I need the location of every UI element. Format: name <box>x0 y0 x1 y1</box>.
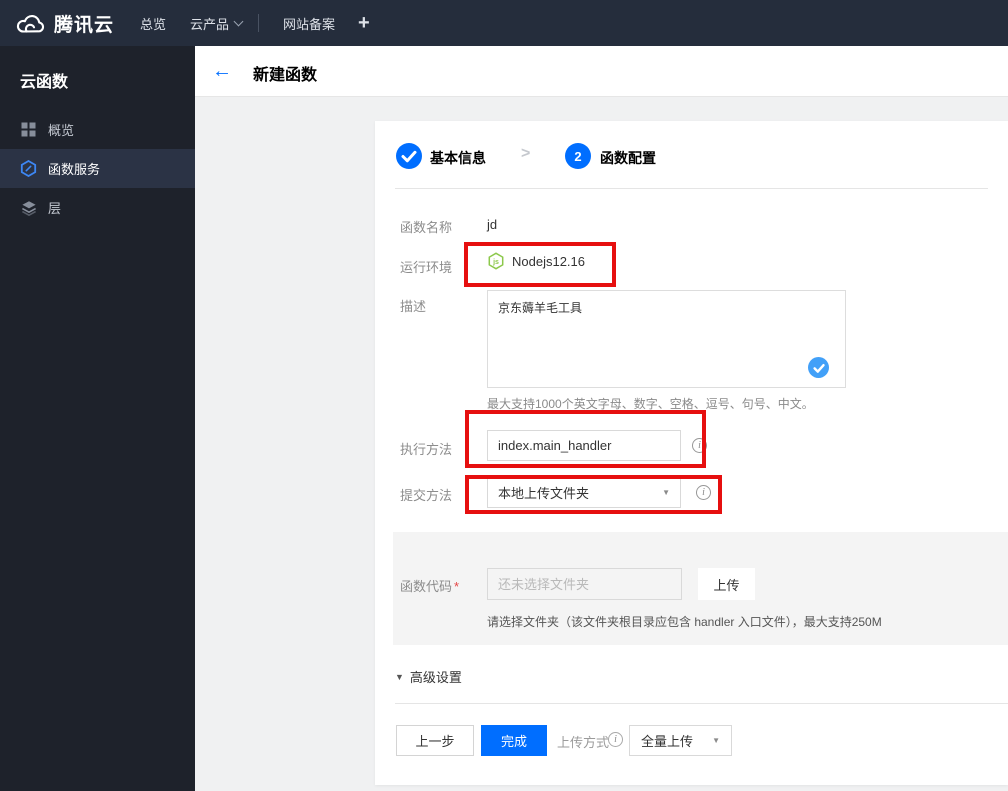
upload-mode-label: 上传方式 <box>557 735 610 750</box>
previous-step-button[interactable]: 上一步 <box>396 725 474 756</box>
add-tab-button[interactable]: + <box>358 0 370 46</box>
function-code-section: 函数代码* 上传 请选择文件夹（该文件夹根目录应包含 handler 入口文件）… <box>393 532 1008 645</box>
sidebar-item-label: 概览 <box>48 123 75 138</box>
check-icon <box>812 363 825 373</box>
cloud-logo-icon <box>16 14 45 33</box>
function-hexagon-icon <box>20 160 37 177</box>
chevron-down-icon <box>233 16 244 26</box>
function-name-label: 函数名称 <box>400 220 453 235</box>
description-label: 描述 <box>400 299 427 314</box>
nodejs-icon: js <box>488 252 504 270</box>
back-arrow-icon[interactable]: ← <box>212 58 232 84</box>
sidebar: 云函数 概览 函数服务 层 <box>0 46 195 791</box>
function-name-value: jd <box>487 217 498 232</box>
sidebar-item-layers[interactable]: 层 <box>0 188 195 227</box>
submit-method-label: 提交方法 <box>400 488 453 503</box>
step1-done-circle <box>396 143 422 169</box>
required-asterisk: * <box>454 579 460 594</box>
svg-text:js: js <box>492 259 499 266</box>
info-icon[interactable]: i <box>608 732 623 747</box>
page-header: ← 新建函数 <box>195 46 1008 97</box>
brand-name: 腾讯云 <box>54 14 115 36</box>
info-icon[interactable]: i <box>692 438 707 453</box>
sidebar-item-label: 层 <box>48 201 62 216</box>
nav-item-overview[interactable]: 总览 <box>140 0 166 46</box>
footer-divider <box>395 703 1008 704</box>
advanced-settings-toggle[interactable]: ▼ 高级设置 <box>395 667 462 686</box>
sidebar-item-function-service[interactable]: 函数服务 <box>0 149 195 188</box>
navbar-divider <box>258 14 259 32</box>
layers-icon <box>20 199 37 216</box>
grid-icon <box>20 121 37 138</box>
validation-check-badge <box>808 357 829 378</box>
info-icon[interactable]: i <box>696 485 711 500</box>
upload-mode-select[interactable]: 全量上传 ▼ <box>629 725 732 756</box>
step1-label: 基本信息 <box>430 150 486 166</box>
handler-input[interactable] <box>487 430 681 461</box>
sidebar-title: 云函数 <box>20 74 69 91</box>
caret-down-icon: ▼ <box>395 671 404 682</box>
submit-method-select[interactable]: 本地上传文件夹 ▼ <box>487 477 681 508</box>
runtime-label: 运行环境 <box>400 260 453 275</box>
step-chevron-icon: > <box>521 145 531 162</box>
caret-down-icon: ▼ <box>662 488 670 497</box>
description-textarea[interactable]: 京东薅羊毛工具 <box>487 290 846 388</box>
create-function-card: 基本信息 > 2 函数配置 函数名称 jd 运行环境 js Nodejs12.1… <box>375 121 1008 785</box>
nav-item-cloud-products[interactable]: 云产品 <box>190 0 244 46</box>
runtime-value: js Nodejs12.16 <box>487 252 585 270</box>
top-navbar: 腾讯云 总览 云产品 网站备案 + <box>0 0 1008 46</box>
step2-label: 函数配置 <box>600 150 656 166</box>
nav-item-website-filing[interactable]: 网站备案 <box>283 0 335 46</box>
handler-label: 执行方法 <box>400 442 453 457</box>
sidebar-item-overview[interactable]: 概览 <box>0 110 195 149</box>
sidebar-item-label: 函数服务 <box>48 162 101 177</box>
description-hint: 最大支持1000个英文字母、数字、空格、逗号、句号、中文。 <box>487 397 814 411</box>
tencent-cloud-logo[interactable]: 腾讯云 <box>14 0 114 46</box>
function-code-hint: 请选择文件夹（该文件夹根目录应包含 handler 入口文件），最大支持250M <box>487 615 882 629</box>
upload-button[interactable]: 上传 <box>698 568 755 600</box>
finish-button[interactable]: 完成 <box>481 725 547 756</box>
check-icon <box>401 150 417 163</box>
function-code-label: 函数代码 * <box>400 579 460 594</box>
folder-path-input[interactable] <box>487 568 682 600</box>
step2-number-circle: 2 <box>565 143 591 169</box>
steps-divider <box>395 188 988 189</box>
page-title: 新建函数 <box>253 67 318 84</box>
caret-down-icon: ▼ <box>712 736 720 745</box>
